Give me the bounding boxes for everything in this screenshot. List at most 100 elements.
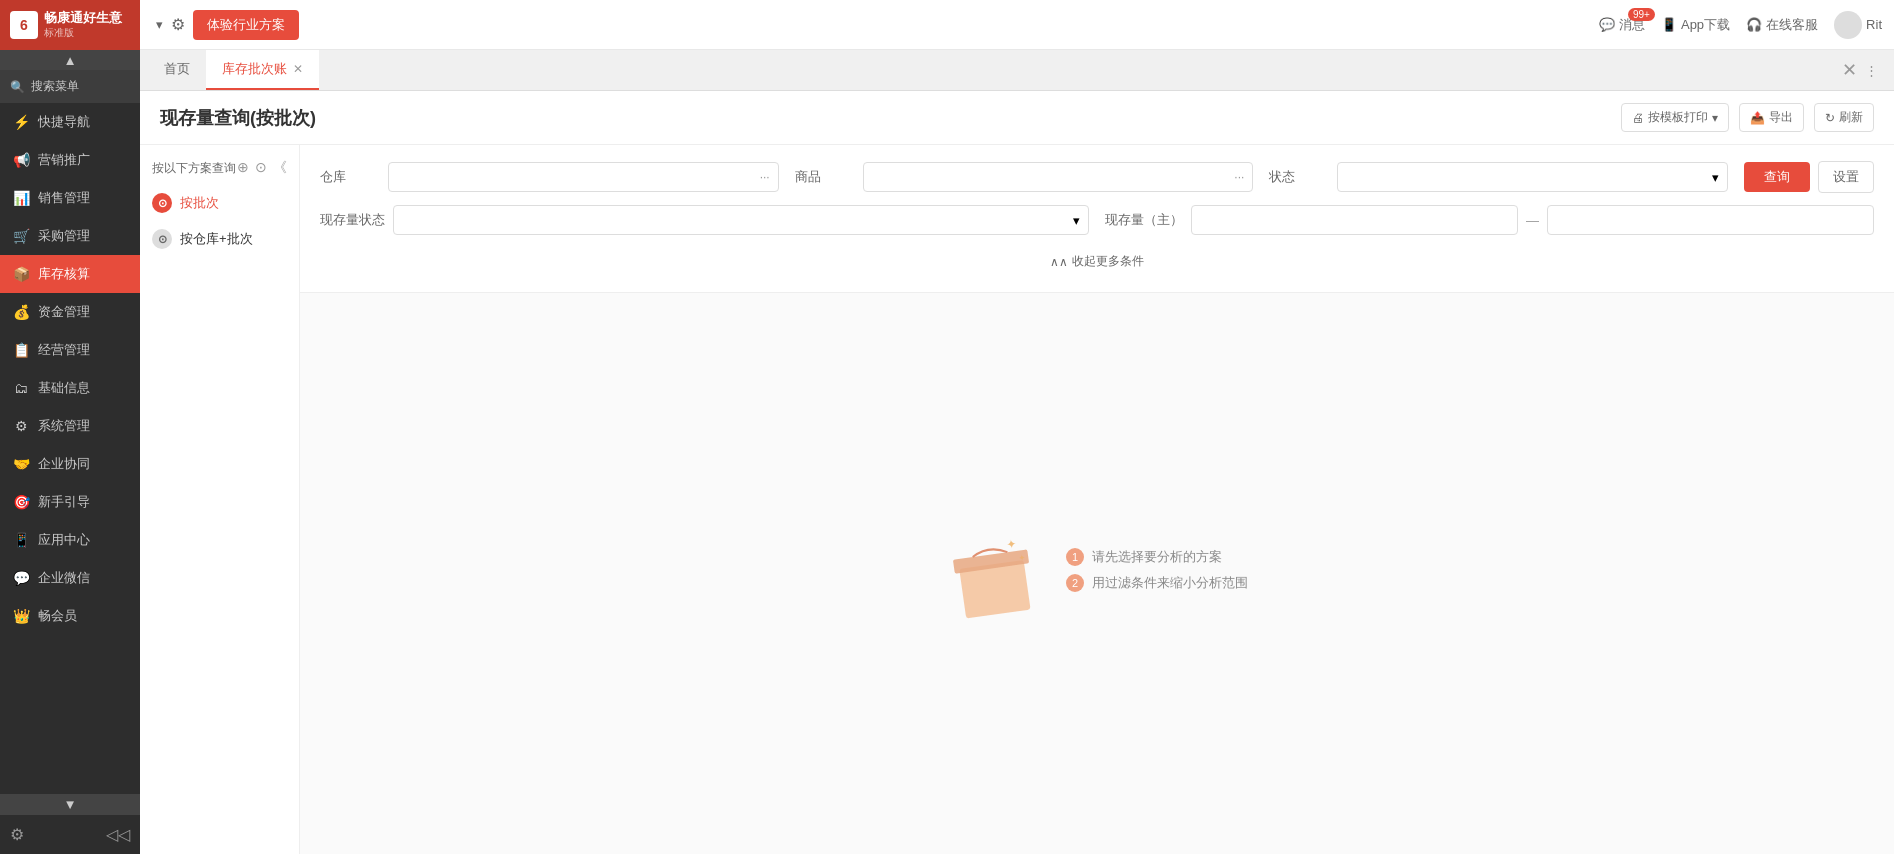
nav-icon-member: 👑: [12, 607, 30, 625]
collapse-panel-icon[interactable]: 《: [273, 159, 287, 177]
sidebar-scroll-down[interactable]: ▼: [0, 794, 140, 814]
panel-header: 按以下方案查询 ⊕ ⊙ 《: [140, 155, 299, 185]
nav-icon-finance: 💰: [12, 303, 30, 321]
chevron-down-icon: ▾: [1073, 213, 1080, 228]
sidebar-nav: ⚡ 快捷导航 📢 营销推广 📊 销售管理 🛒 采购管理 📦 库存核算 💰 资金管…: [0, 103, 140, 794]
nav-label-operations: 经营管理: [38, 341, 90, 359]
chevron-down-icon: ▾: [156, 17, 163, 32]
warehouse-filter-group: 仓库 ···: [320, 162, 779, 192]
export-btn[interactable]: 📤 导出: [1739, 103, 1804, 132]
sidebar-scroll-up[interactable]: ▲: [0, 50, 140, 70]
print-label: 按模板打印: [1648, 109, 1708, 126]
filter-settings-btn[interactable]: 设置: [1818, 161, 1874, 193]
inventory-qty-to[interactable]: [1547, 205, 1874, 235]
sidebar-header: 6 畅康通好生意 标准版: [0, 0, 140, 50]
nav-label-sales: 销售管理: [38, 189, 90, 207]
app-download-btn[interactable]: 📱 App下载: [1661, 16, 1730, 34]
nav-icon-marketing: 📢: [12, 151, 30, 169]
sidebar-item-inventory[interactable]: 📦 库存核算: [0, 255, 140, 293]
messages-btn[interactable]: 💬 消息 99+: [1599, 16, 1645, 34]
empty-state: ✦ ✦ 1 请先选择要分析的方案 2 用过滤条件来缩小分析范围: [300, 293, 1894, 854]
experience-btn[interactable]: 体验行业方案: [193, 10, 299, 40]
inventory-qty-range: —: [1191, 205, 1874, 235]
settings-icon[interactable]: ⚙: [10, 825, 24, 844]
nav-icon-apps: 📱: [12, 531, 30, 549]
tab-inventory-batch[interactable]: 库存批次账 ✕: [206, 50, 319, 90]
user-name: Rit: [1866, 17, 1882, 32]
nav-icon-sales: 📊: [12, 189, 30, 207]
nav-label-quick-nav: 快捷导航: [38, 113, 90, 131]
chevron-down-icon: ▾: [1712, 170, 1719, 185]
filter-area: 仓库 ··· 商品 ··· 状态: [300, 145, 1894, 293]
sidebar-item-newbie[interactable]: 🎯 新手引导: [0, 483, 140, 521]
hint-num-2: 2: [1066, 574, 1084, 592]
scheme-item-by-batch[interactable]: ⊙ 按批次: [140, 185, 299, 221]
tab-close-btn[interactable]: ✕: [293, 62, 303, 76]
warehouse-label: 仓库: [320, 168, 380, 186]
tabbar: 首页 库存批次账 ✕ ✕ ⋮: [140, 50, 1894, 91]
tab-inventory-batch-label: 库存批次账: [222, 60, 287, 78]
sidebar-item-quick-nav[interactable]: ⚡ 快捷导航: [0, 103, 140, 141]
add-scheme-icon[interactable]: ⊕: [237, 159, 249, 177]
app-version: 标准版: [44, 26, 122, 40]
sidebar-item-marketing[interactable]: 📢 营销推广: [0, 141, 140, 179]
page-actions: 🖨 按模板打印 ▾ 📤 导出 ↻ 刷新: [1621, 103, 1874, 132]
page-header: 现存量查询(按批次) 🖨 按模板打印 ▾ 📤 导出 ↻ 刷新: [140, 91, 1894, 145]
gear-icon[interactable]: ⚙: [171, 15, 185, 34]
sidebar-item-system[interactable]: ⚙ 系统管理: [0, 407, 140, 445]
refresh-icon: ↻: [1825, 111, 1835, 125]
query-btn[interactable]: 查询: [1744, 162, 1810, 192]
nav-label-apps: 应用中心: [38, 531, 90, 549]
filter-row-1: 仓库 ··· 商品 ··· 状态: [320, 161, 1874, 193]
filter-row-2: 现存量状态 ▾ 现存量（主） —: [320, 205, 1874, 235]
product-label: 商品: [795, 168, 855, 186]
message-icon: 💬: [1599, 17, 1615, 32]
left-panel: 按以下方案查询 ⊕ ⊙ 《 ⊙ 按批次 ⊙ 按仓库+批次: [140, 145, 300, 854]
status-select[interactable]: ▾: [1337, 162, 1728, 192]
right-panel: 仓库 ··· 商品 ··· 状态: [300, 145, 1894, 854]
refresh-label: 刷新: [1839, 109, 1863, 126]
scheme-item-by-warehouse-batch[interactable]: ⊙ 按仓库+批次: [140, 221, 299, 257]
app-name-group: 畅康通好生意 标准版: [44, 10, 122, 40]
sidebar-item-operations[interactable]: 📋 经营管理: [0, 331, 140, 369]
print-btn[interactable]: 🖨 按模板打印 ▾: [1621, 103, 1729, 132]
product-input[interactable]: ···: [863, 162, 1254, 192]
collapse-btn[interactable]: ∧∧ 收起更多条件: [320, 247, 1874, 276]
inventory-qty-from[interactable]: [1191, 205, 1518, 235]
sidebar-search[interactable]: 🔍 搜索菜单: [0, 70, 140, 103]
sidebar-item-wechat[interactable]: 💬 企业微信: [0, 559, 140, 597]
tab-home[interactable]: 首页: [148, 50, 206, 90]
topbar-dropdown[interactable]: ▾: [152, 17, 163, 32]
warehouse-input[interactable]: ···: [388, 162, 779, 192]
status-label: 状态: [1269, 168, 1329, 186]
messages-badge: 99+: [1628, 8, 1655, 21]
online-service-label: 在线客服: [1766, 16, 1818, 34]
online-service-btn[interactable]: 🎧 在线客服: [1746, 16, 1818, 34]
sidebar-item-enterprise[interactable]: 🤝 企业协同: [0, 445, 140, 483]
filter-action-buttons: 查询 设置: [1744, 161, 1874, 193]
inventory-status-select[interactable]: ▾: [393, 205, 1089, 235]
user-avatar-btn[interactable]: Rit: [1834, 11, 1882, 39]
topbar-left: ▾ ⚙ 体验行业方案: [152, 10, 1591, 40]
avatar: [1834, 11, 1862, 39]
sidebar-item-purchase[interactable]: 🛒 采购管理: [0, 217, 140, 255]
sidebar-item-apps[interactable]: 📱 应用中心: [0, 521, 140, 559]
sidebar-item-sales[interactable]: 📊 销售管理: [0, 179, 140, 217]
window-close-icon[interactable]: ✕: [1838, 59, 1861, 81]
nav-label-wechat: 企业微信: [38, 569, 90, 587]
sidebar-item-finance[interactable]: 💰 资金管理: [0, 293, 140, 331]
product-more-icon[interactable]: ···: [1234, 170, 1244, 184]
nav-icon-quick-nav: ⚡: [12, 113, 30, 131]
settings-scheme-icon[interactable]: ⊙: [255, 159, 267, 177]
warehouse-more-icon[interactable]: ···: [760, 170, 770, 184]
sidebar-item-basic[interactable]: 🗂 基础信息: [0, 369, 140, 407]
collapse-sidebar-icon[interactable]: ◁◁: [106, 825, 130, 844]
export-label: 导出: [1769, 109, 1793, 126]
empty-hint-2: 2 用过滤条件来缩小分析范围: [1066, 574, 1248, 592]
scheme-icon-gray: ⊙: [152, 229, 172, 249]
nav-icon-basic: 🗂: [12, 379, 30, 397]
hint-text-1: 请先选择要分析的方案: [1092, 548, 1222, 566]
refresh-btn[interactable]: ↻ 刷新: [1814, 103, 1874, 132]
sidebar-item-member[interactable]: 👑 畅会员: [0, 597, 140, 635]
expand-icon[interactable]: ⋮: [1865, 63, 1878, 78]
